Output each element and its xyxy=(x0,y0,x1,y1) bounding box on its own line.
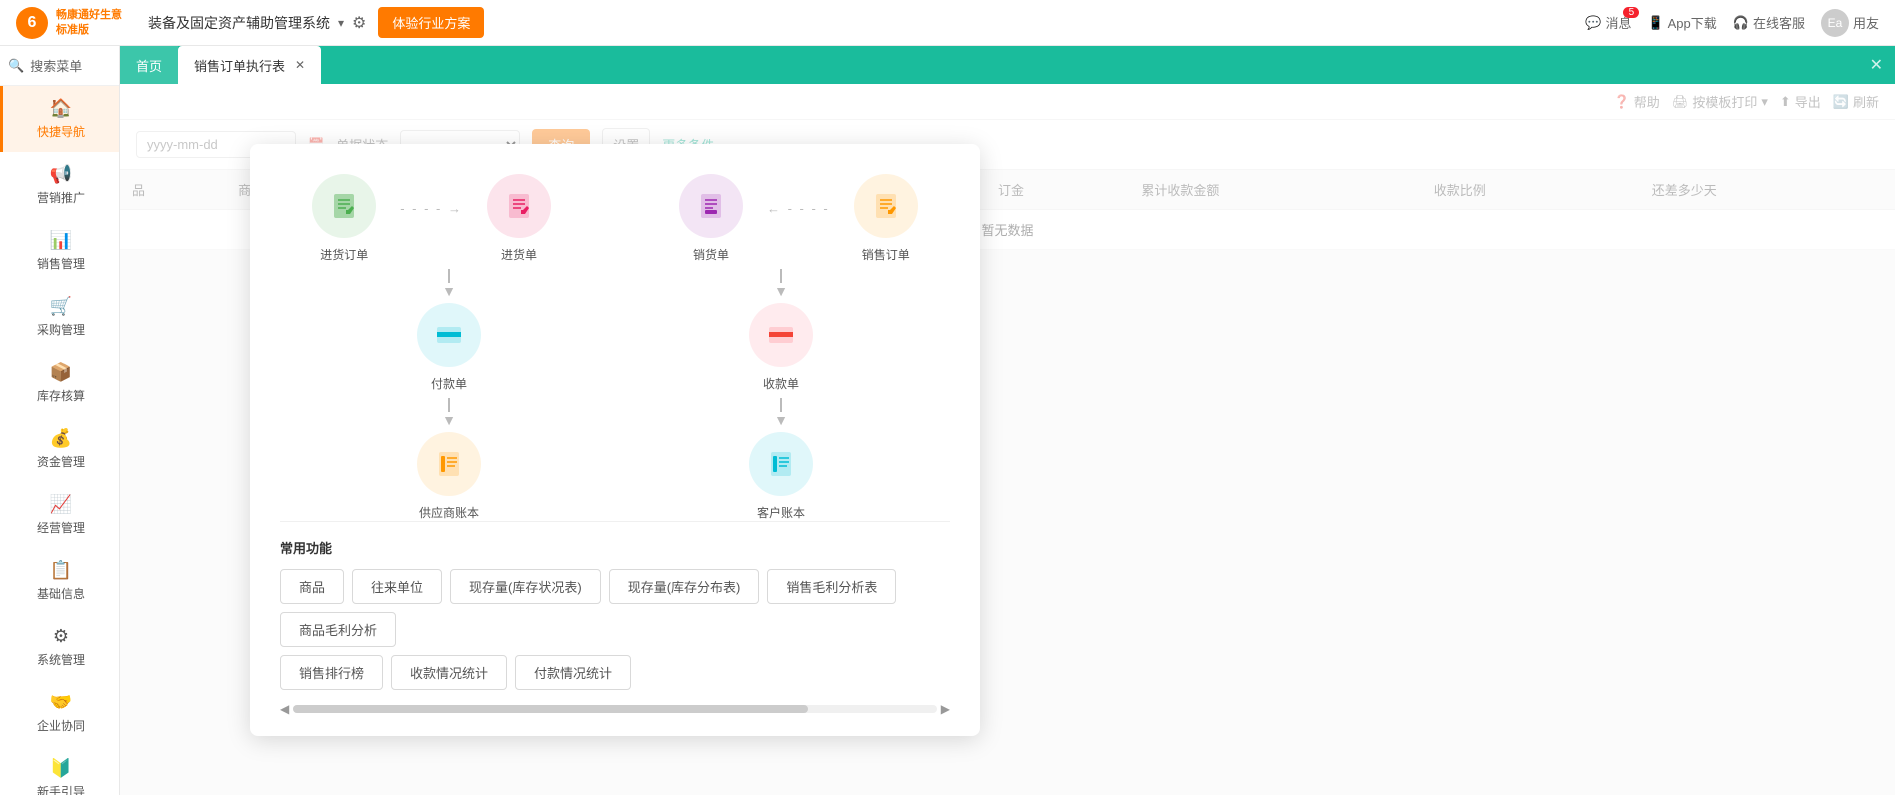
main-content: ❓ 帮助 🖨 按模板打印 ▾ ⬆ 导出 🔄 刷新 xyxy=(120,84,1895,795)
flow-node-sales-slip: 销货单 xyxy=(679,174,743,263)
sidebar-item-inventory[interactable]: 📦 库存核算 xyxy=(0,350,119,416)
flow-node-supplier-ledger: 供应商账本 xyxy=(417,432,481,521)
flow-node-sales-order: 销售订单 xyxy=(854,174,918,263)
sidebar-item-finance[interactable]: 💰 资金管理 xyxy=(0,416,119,482)
guide-icon: 🔰 xyxy=(50,758,72,779)
sidebar: 🔍 搜索菜单 🏠 快捷导航 📢 营销推广 📊 销售管理 🛒 采购管理 📦 库存核… xyxy=(0,46,120,795)
settings-btn[interactable]: ⚙ xyxy=(352,13,366,33)
operations-icon: 📈 xyxy=(50,494,72,515)
func-btn-product-profit[interactable]: 商品毛利分析 xyxy=(280,612,396,647)
sidebar-item-basic-info[interactable]: 📋 基础信息 xyxy=(0,548,119,614)
experience-btn[interactable]: 体验行业方案 xyxy=(378,7,484,38)
purchase-order-icon xyxy=(312,174,376,238)
sidebar-item-purchase[interactable]: 🛒 采购管理 xyxy=(0,284,119,350)
func-btn-contacts[interactable]: 往来单位 xyxy=(352,569,442,604)
tab-bar: 首页 销售订单执行表 ✕ ✕ xyxy=(120,46,1895,84)
func-btn-products[interactable]: 商品 xyxy=(280,569,344,604)
app-download-btn[interactable]: 📱 App下载 xyxy=(1647,13,1716,32)
scrollbar-track xyxy=(293,705,937,713)
purchase-slip-icon xyxy=(487,174,551,238)
online-service-btn[interactable]: 🎧 在线客服 xyxy=(1733,13,1805,32)
func-btn-sales-ranking[interactable]: 销售排行榜 xyxy=(280,655,383,690)
flow-node-purchase-slip: 进货单 xyxy=(487,174,551,263)
tab-close-btn[interactable]: ✕ xyxy=(295,58,305,72)
sidebar-item-quick-nav[interactable]: 🏠 快捷导航 xyxy=(0,86,119,152)
common-title: 常用功能 xyxy=(280,538,950,557)
system-title-area: 装备及固定资产辅助管理系统 ▾ ⚙ xyxy=(148,13,366,33)
inventory-icon: 📦 xyxy=(50,362,72,383)
logo-text: 畅康通好生意 标准版 xyxy=(56,8,122,37)
func-btn-receipt-stats[interactable]: 收款情况统计 xyxy=(391,655,507,690)
modal-scrollbar: ◀ ▶ xyxy=(280,702,950,716)
func-buttons-row2: 销售排行榜 收款情况统计 付款情况统计 xyxy=(280,655,950,690)
payment-icon xyxy=(417,303,481,367)
message-badge: 5 xyxy=(1623,7,1639,18)
sidebar-item-marketing[interactable]: 📢 营销推广 xyxy=(0,152,119,218)
tab-sales-order[interactable]: 销售订单执行表 ✕ xyxy=(178,46,321,84)
header-right: 💬 消息 5 📱 App下载 🎧 在线客服 Ea 用友 xyxy=(1585,9,1879,37)
func-btn-payment-stats[interactable]: 付款情况统计 xyxy=(515,655,631,690)
common-functions: 常用功能 商品 往来单位 现存量(库存状况表) 现存量(库存分布表) 销售毛利分… xyxy=(280,521,950,690)
basic-info-icon: 📋 xyxy=(50,560,72,581)
sales-order-icon xyxy=(854,174,918,238)
user-menu[interactable]: Ea 用友 xyxy=(1821,9,1879,37)
app-layout: 🔍 搜索菜单 🏠 快捷导航 📢 营销推广 📊 销售管理 🛒 采购管理 📦 库存核… xyxy=(0,46,1895,795)
marketing-icon: 📢 xyxy=(50,164,72,185)
scroll-left-btn[interactable]: ◀ xyxy=(280,702,289,716)
func-buttons: 商品 往来单位 现存量(库存状况表) 现存量(库存分布表) 销售毛利分析表 商品… xyxy=(280,569,950,647)
purchase-order-label: 进货订单 xyxy=(320,246,368,263)
content-area: 首页 销售订单执行表 ✕ ✕ ❓ 帮助 🖨 按模板打印 xyxy=(120,46,1895,795)
avatar: Ea xyxy=(1821,9,1849,37)
purchase-icon: 🛒 xyxy=(50,296,72,317)
flow-node-payment: 付款单 xyxy=(417,303,481,392)
receipt-label: 收款单 xyxy=(763,375,799,392)
sales-order-label: 销售订单 xyxy=(862,246,910,263)
payment-label: 付款单 xyxy=(431,375,467,392)
sales-slip-icon xyxy=(679,174,743,238)
customer-ledger-icon xyxy=(749,432,813,496)
flow-node-customer-ledger: 客户账本 xyxy=(749,432,813,521)
sales-slip-label: 销货单 xyxy=(693,246,729,263)
tab-bar-close-btn[interactable]: ✕ xyxy=(1858,55,1895,75)
system-icon: ⚙ xyxy=(53,626,69,647)
customer-ledger-label: 客户账本 xyxy=(757,504,805,521)
sidebar-item-sales[interactable]: 📊 销售管理 xyxy=(0,218,119,284)
receipt-icon xyxy=(749,303,813,367)
func-btn-stock-status[interactable]: 现存量(库存状况表) xyxy=(450,569,601,604)
message-btn[interactable]: 💬 消息 5 xyxy=(1585,13,1631,32)
logo-area: 6 畅康通好生意 标准版 xyxy=(16,7,136,39)
search-menu-btn[interactable]: 🔍 搜索菜单 xyxy=(0,46,119,86)
sidebar-item-guide[interactable]: 🔰 新手引导 xyxy=(0,746,119,795)
func-btn-stock-dist[interactable]: 现存量(库存分布表) xyxy=(609,569,760,604)
system-title: 装备及固定资产辅助管理系统 xyxy=(148,13,330,33)
sidebar-item-operations[interactable]: 📈 经营管理 xyxy=(0,482,119,548)
supplier-ledger-icon xyxy=(417,432,481,496)
flow-node-receipt: 收款单 xyxy=(749,303,813,392)
finance-icon: 💰 xyxy=(50,428,72,449)
sidebar-item-system[interactable]: ⚙ 系统管理 xyxy=(0,614,119,680)
flow-diagram: 进货订单 - - - - → 进货单 xyxy=(280,174,950,521)
sidebar-item-enterprise[interactable]: 🤝 企业协同 xyxy=(0,680,119,746)
purchase-slip-label: 进货单 xyxy=(501,246,537,263)
modal-popup: 进货订单 - - - - → 进货单 xyxy=(250,144,980,736)
top-header: 6 畅康通好生意 标准版 装备及固定资产辅助管理系统 ▾ ⚙ 体验行业方案 💬 … xyxy=(0,0,1895,46)
supplier-ledger-label: 供应商账本 xyxy=(419,504,479,521)
sales-icon: 📊 xyxy=(50,230,72,251)
enterprise-icon: 🤝 xyxy=(50,692,72,713)
quick-nav-icon: 🏠 xyxy=(50,98,72,119)
func-btn-sales-profit[interactable]: 销售毛利分析表 xyxy=(767,569,896,604)
system-dropdown-btn[interactable]: ▾ xyxy=(338,16,344,30)
scrollbar-thumb[interactable] xyxy=(293,705,808,713)
scroll-right-btn[interactable]: ▶ xyxy=(941,702,950,716)
logo-icon: 6 xyxy=(16,7,48,39)
flow-node-purchase-order: 进货订单 xyxy=(312,174,376,263)
tab-home[interactable]: 首页 xyxy=(120,46,178,84)
